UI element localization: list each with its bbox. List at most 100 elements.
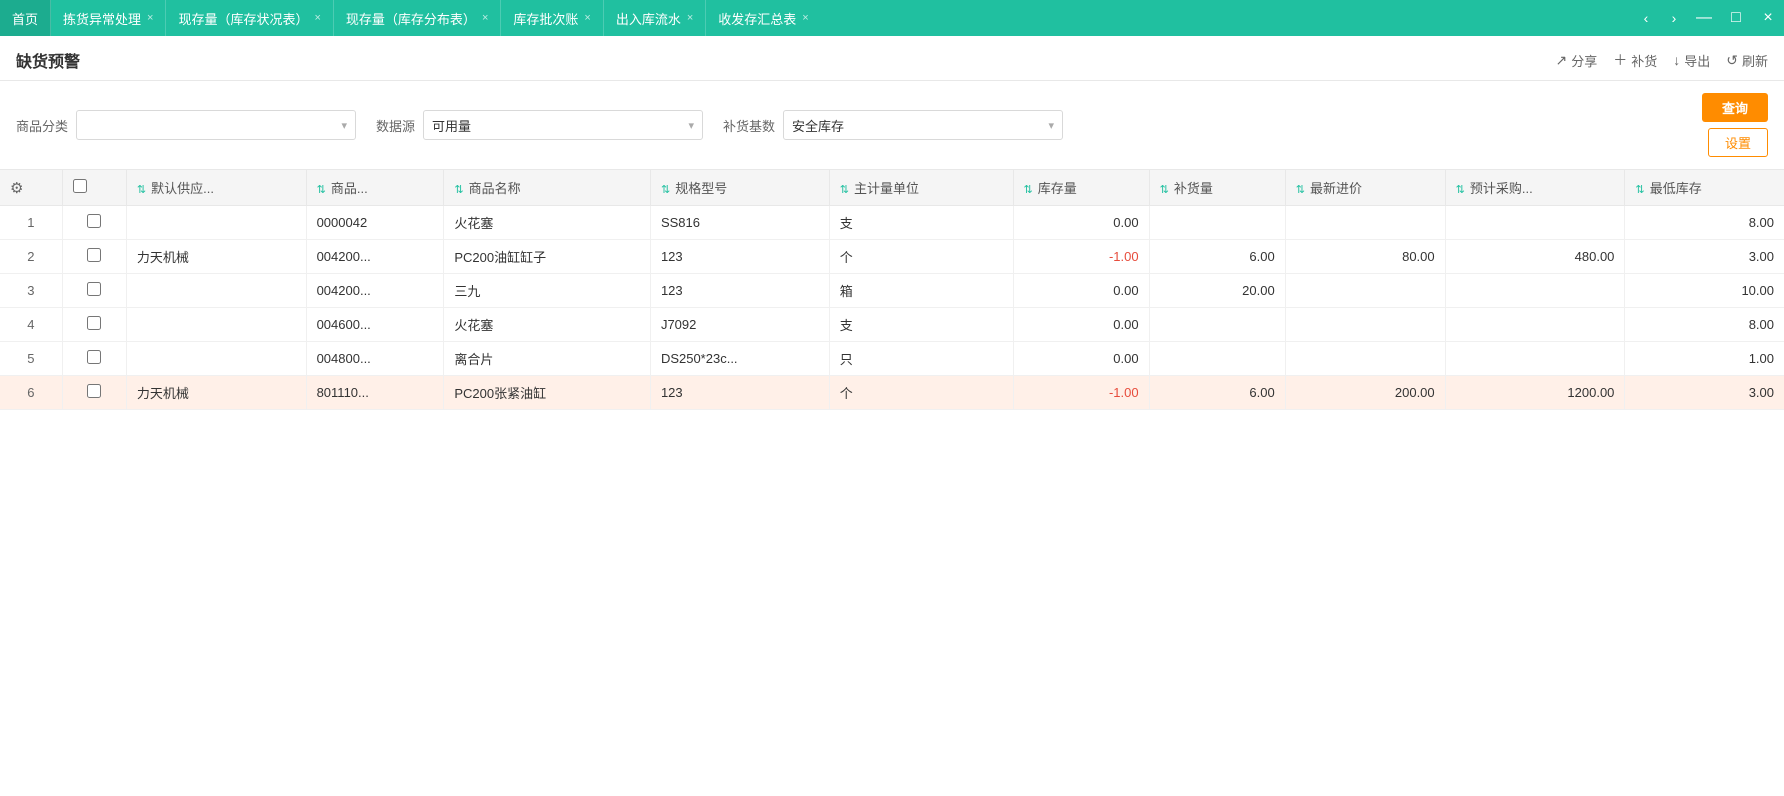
table-row: 6力天机械801110...PC200张紧油缸123个-1.006.00200.… xyxy=(0,376,1784,410)
row-supplier-5: 力天机械 xyxy=(126,376,306,410)
export-button[interactable]: ↓ 导出 xyxy=(1673,51,1710,70)
row-supplier-1: 力天机械 xyxy=(126,240,306,274)
tab-home[interactable]: 首页 xyxy=(0,0,51,36)
col-header-forecast_purchase[interactable]: ⇅ 预计采购... xyxy=(1445,170,1625,206)
row-checkbox-5[interactable] xyxy=(87,384,101,398)
tab-label-batch: 库存批次账 xyxy=(513,9,578,28)
row-unit-1: 个 xyxy=(829,240,1013,274)
col-label-min_stock: 最低库存 xyxy=(1650,181,1702,196)
row-num-2: 3 xyxy=(0,274,62,308)
row-checkbox-4[interactable] xyxy=(87,350,101,364)
share-icon: ↗ xyxy=(1555,52,1567,69)
row-min-stock-2: 10.00 xyxy=(1625,274,1784,308)
share-button[interactable]: ↗ 分享 xyxy=(1555,51,1597,70)
tab-close-abnormal[interactable]: × xyxy=(147,12,153,24)
tab-prev-btn[interactable]: ‹ xyxy=(1632,0,1660,36)
tab-close-batch[interactable]: × xyxy=(584,12,590,24)
row-checkbox-cell-5[interactable] xyxy=(62,376,126,410)
row-name-1: PC200油缸缸子 xyxy=(444,240,651,274)
row-replenish-2: 20.00 xyxy=(1149,274,1285,308)
row-num-4: 5 xyxy=(0,342,62,376)
row-stock-2: 0.00 xyxy=(1013,274,1149,308)
tab-close-inout-flow[interactable]: × xyxy=(687,12,693,24)
row-spec-2: 123 xyxy=(650,274,829,308)
row-forecast-purchase-5: 1200.00 xyxy=(1445,376,1625,410)
row-code-5: 801110... xyxy=(306,376,444,410)
col-header-supplier[interactable]: ⇅ 默认供应... xyxy=(126,170,306,206)
replenish-basis-select[interactable]: 安全库存 ▾ xyxy=(783,110,1063,140)
tab-inventory-dist[interactable]: 现存量（库存分布表）× xyxy=(334,0,501,36)
gear-icon[interactable]: ⚙ xyxy=(10,180,23,197)
share-label: 分享 xyxy=(1571,51,1597,70)
window-minimize-btn[interactable]: — xyxy=(1688,0,1720,36)
row-supplier-4 xyxy=(126,342,306,376)
window-maximize-btn[interactable]: □ xyxy=(1720,0,1752,36)
window-close-btn[interactable]: × xyxy=(1752,0,1784,36)
col-header-code[interactable]: ⇅ 商品... xyxy=(306,170,444,206)
row-min-stock-4: 1.00 xyxy=(1625,342,1784,376)
row-checkbox-3[interactable] xyxy=(87,316,101,330)
row-spec-0: SS816 xyxy=(650,206,829,240)
row-num-1: 2 xyxy=(0,240,62,274)
row-checkbox-cell-0[interactable] xyxy=(62,206,126,240)
replenish-basis-label: 补货基数 xyxy=(723,116,775,135)
tab-next-btn[interactable]: › xyxy=(1660,0,1688,36)
col-header-stock[interactable]: ⇅ 库存量 xyxy=(1013,170,1149,206)
select-all-checkbox[interactable] xyxy=(73,179,87,193)
query-button[interactable]: 查询 xyxy=(1702,93,1768,122)
row-supplier-0 xyxy=(126,206,306,240)
refresh-button[interactable]: ↺ 刷新 xyxy=(1726,51,1768,70)
row-min-stock-0: 8.00 xyxy=(1625,206,1784,240)
tab-close-receipt-summary[interactable]: × xyxy=(802,12,808,24)
settings-button[interactable]: 设置 xyxy=(1708,128,1768,157)
col-header-latest_price[interactable]: ⇅ 最新进价 xyxy=(1285,170,1445,206)
data-table: ⚙⇅ 默认供应...⇅ 商品...⇅ 商品名称⇅ 规格型号⇅ 主计量单位⇅ 库存… xyxy=(0,169,1784,410)
row-checkbox-0[interactable] xyxy=(87,214,101,228)
row-name-2: 三九 xyxy=(444,274,651,308)
col-header-spec[interactable]: ⇅ 规格型号 xyxy=(650,170,829,206)
col-header-replenish[interactable]: ⇅ 补货量 xyxy=(1149,170,1285,206)
tab-batch[interactable]: 库存批次账 × xyxy=(501,0,603,36)
category-select[interactable]: ▾ xyxy=(76,110,356,140)
col-header-min_stock[interactable]: ⇅ 最低库存 xyxy=(1625,170,1784,206)
row-stock-4: 0.00 xyxy=(1013,342,1149,376)
filter-datasource: 数据源 可用量 ▾ xyxy=(376,110,703,140)
row-num-0: 1 xyxy=(0,206,62,240)
row-checkbox-cell-3[interactable] xyxy=(62,308,126,342)
row-checkbox-cell-2[interactable] xyxy=(62,274,126,308)
tab-inventory-status[interactable]: 现存量（库存状况表）× xyxy=(166,0,333,36)
category-dropdown-icon: ▾ xyxy=(341,119,347,132)
replenish-button[interactable]: ＋ 补货 xyxy=(1613,50,1657,70)
sort-icon-supplier: ⇅ xyxy=(137,184,149,196)
datasource-select[interactable]: 可用量 ▾ xyxy=(423,110,703,140)
col-label-supplier: 默认供应... xyxy=(151,181,214,196)
sort-icon-spec: ⇅ xyxy=(661,184,673,196)
tab-label-abnormal: 拣货异常处理 xyxy=(63,9,141,28)
row-checkbox-cell-1[interactable] xyxy=(62,240,126,274)
row-spec-1: 123 xyxy=(650,240,829,274)
tab-label-home: 首页 xyxy=(12,9,38,28)
col-header-check[interactable] xyxy=(62,170,126,206)
tab-close-inventory-dist[interactable]: × xyxy=(482,12,488,24)
row-unit-4: 只 xyxy=(829,342,1013,376)
refresh-label: 刷新 xyxy=(1742,51,1768,70)
tab-close-inventory-status[interactable]: × xyxy=(314,12,320,24)
sort-icon-replenish: ⇅ xyxy=(1160,184,1172,196)
sort-icon-unit: ⇅ xyxy=(840,184,852,196)
replenish-basis-dropdown-icon: ▾ xyxy=(1049,119,1055,132)
tab-inout-flow[interactable]: 出入库流水× xyxy=(604,0,706,36)
col-header-unit[interactable]: ⇅ 主计量单位 xyxy=(829,170,1013,206)
row-checkbox-1[interactable] xyxy=(87,248,101,262)
row-name-0: 火花塞 xyxy=(444,206,651,240)
table-row: 2力天机械004200...PC200油缸缸子123个-1.006.0080.0… xyxy=(0,240,1784,274)
row-checkbox-cell-4[interactable] xyxy=(62,342,126,376)
row-replenish-4 xyxy=(1149,342,1285,376)
row-checkbox-2[interactable] xyxy=(87,282,101,296)
col-header-name[interactable]: ⇅ 商品名称 xyxy=(444,170,651,206)
row-min-stock-5: 3.00 xyxy=(1625,376,1784,410)
tab-abnormal[interactable]: 拣货异常处理 × xyxy=(51,0,166,36)
col-label-name: 商品名称 xyxy=(469,181,521,196)
row-unit-5: 个 xyxy=(829,376,1013,410)
tab-receipt-summary[interactable]: 收发存汇总表× xyxy=(706,0,816,36)
row-forecast-purchase-2 xyxy=(1445,274,1625,308)
